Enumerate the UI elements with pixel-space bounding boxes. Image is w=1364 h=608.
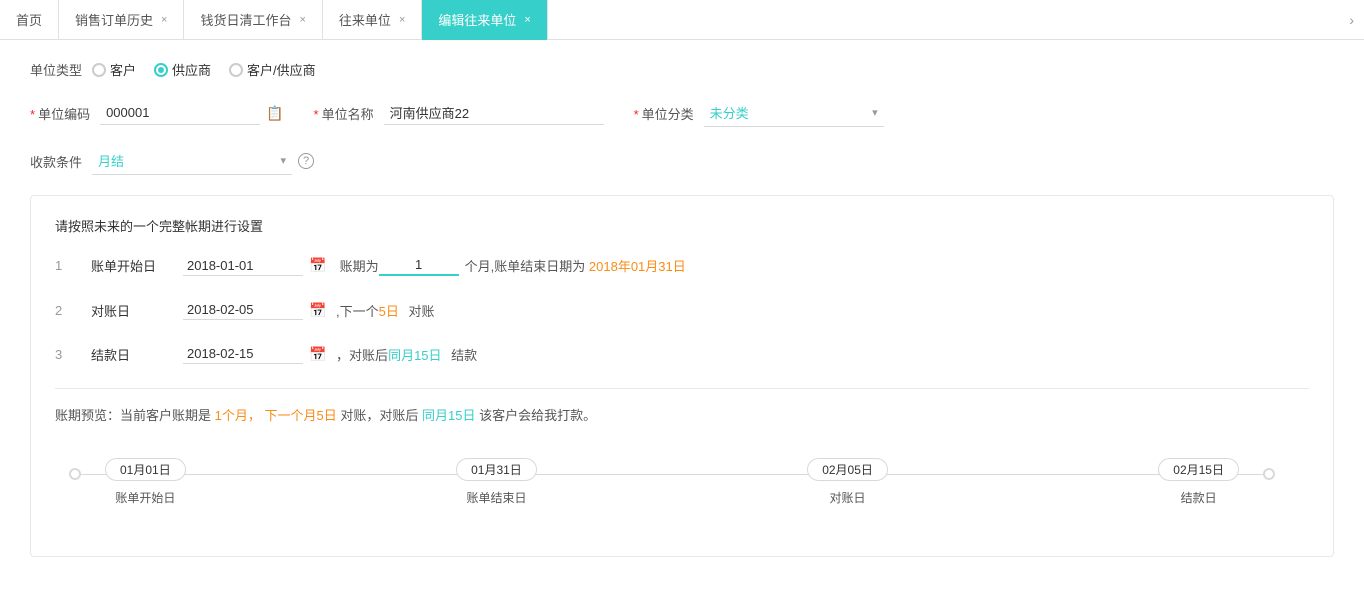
payment-date-highlight: 同月15日: [388, 345, 441, 364]
unit-code-label: 单位编码: [30, 104, 90, 123]
payment-date-desc-suffix: 结款: [448, 345, 478, 364]
unit-code-input[interactable]: [100, 101, 260, 125]
tab-unit-label: 往来单位: [339, 10, 391, 29]
timeline-node-4-box: 02月15日: [1158, 458, 1239, 481]
setting-row-2: 2 对账日 📅 ,下一个 5日 对账: [55, 300, 1309, 320]
content-area: 单位类型 客户 供应商 客户/供应商 单位编码 📋 单位名称 单位分类 未: [0, 40, 1364, 608]
setting-row-3: 3 结款日 📅 ，对账后 同月15日 结款: [55, 344, 1309, 364]
payment-value: 月结: [98, 151, 280, 170]
reconcile-desc-suffix: 对账: [405, 301, 435, 320]
tab-sales-label: 销售订单历史: [75, 10, 153, 29]
tab-home-label: 首页: [16, 10, 42, 29]
preview-part2: 下一个月5日: [265, 408, 337, 423]
reconcile-date-label: 对账日: [91, 301, 171, 320]
unit-type-radio-group: 客户 供应商 客户/供应商: [92, 60, 316, 79]
tab-cash-close[interactable]: ×: [299, 14, 305, 26]
tabs-arrow[interactable]: ›: [1339, 12, 1364, 28]
timeline-node-3: 02月05日 对账日: [807, 458, 888, 506]
reconcile-desc-prefix: ,下一个: [332, 301, 378, 320]
unit-type-row: 单位类型 客户 供应商 客户/供应商: [30, 60, 1334, 79]
unit-name-input[interactable]: [384, 101, 604, 125]
timeline-node-3-label: 对账日: [830, 489, 866, 506]
setting-row-1: 1 账单开始日 📅 账期为 个月,账单结束日期为 2018年01月31日: [55, 255, 1309, 276]
unit-code-icon[interactable]: 📋: [266, 105, 283, 122]
reconcile-date-input[interactable]: [183, 300, 303, 320]
radio-customer[interactable]: 客户: [92, 60, 136, 79]
tab-sales-history[interactable]: 销售订单历史 ×: [59, 0, 184, 40]
unit-type-label: 单位类型: [30, 60, 82, 79]
period-end-date: 2018年01月31日: [585, 256, 685, 275]
timeline-container: 01月01日 账单开始日 01月31日 账单结束日 02月05日 对账日: [55, 448, 1309, 536]
radio-customer-circle: [92, 63, 106, 77]
step-3: 3: [55, 347, 75, 362]
unit-category-select[interactable]: 未分类 ▾: [704, 99, 884, 127]
settings-section: 请按照未来的一个完整帐期进行设置 1 账单开始日 📅 账期为 个月,账单结束日期…: [30, 195, 1334, 557]
tab-unit-close[interactable]: ×: [399, 14, 405, 26]
timeline-node-1-label: 账单开始日: [115, 489, 175, 506]
radio-both-label: 客户/供应商: [247, 60, 316, 79]
reconcile-date-cal-icon[interactable]: 📅: [309, 302, 326, 319]
start-date-input[interactable]: [183, 256, 303, 276]
timeline-nodes: 01月01日 账单开始日 01月31日 账单结束日 02月05日 对账日: [75, 458, 1269, 506]
timeline-node-4: 02月15日 结款日: [1158, 458, 1239, 506]
preview-text: 账期预览：当前客户账期是 1个月， 下一个月5日 对账，对账后 同月15日 该客…: [55, 405, 1309, 424]
period-suffix: 个月,账单结束日期为: [465, 256, 586, 275]
preview-suffix: 该客户会给我打款。: [479, 408, 596, 423]
preview-middle: 对账，对账后: [340, 408, 418, 423]
payment-date-cal-icon[interactable]: 📅: [309, 346, 326, 363]
payment-label: 收款条件: [30, 152, 82, 171]
payment-row: 收款条件 月结 ▾ ?: [30, 147, 1334, 175]
unit-category-arrow: ▾: [872, 106, 878, 119]
payment-arrow: ▾: [280, 154, 286, 167]
tab-cash-work[interactable]: 钱货日清工作台 ×: [184, 0, 322, 40]
payment-help-icon[interactable]: ?: [298, 153, 314, 169]
timeline-node-3-box: 02月05日: [807, 458, 888, 481]
preview-part3: 同月15日: [422, 408, 475, 423]
timeline-node-4-label: 结款日: [1181, 489, 1217, 506]
radio-supplier[interactable]: 供应商: [154, 60, 211, 79]
timeline-node-2: 01月31日 账单结束日: [456, 458, 537, 506]
divider: [55, 388, 1309, 389]
payment-date-desc-prefix: ，对账后: [332, 345, 388, 364]
period-prefix: 账期为: [332, 256, 378, 275]
unit-name-label: 单位名称: [314, 104, 374, 123]
payment-date-input[interactable]: [183, 344, 303, 364]
tab-edit-label: 编辑往来单位: [438, 10, 516, 29]
unit-info-row: 单位编码 📋 单位名称 单位分类 未分类 ▾: [30, 99, 1334, 127]
timeline-node-1: 01月01日 账单开始日: [105, 458, 186, 506]
radio-supplier-circle: [154, 63, 168, 77]
step-1: 1: [55, 258, 75, 273]
section-title: 请按照未来的一个完整帐期进行设置: [55, 216, 1309, 235]
timeline-node-2-label: 账单结束日: [466, 489, 526, 506]
tab-unit-from[interactable]: 往来单位 ×: [323, 0, 422, 40]
radio-both-circle: [229, 63, 243, 77]
tab-cash-label: 钱货日清工作台: [200, 10, 291, 29]
timeline-node-2-box: 01月31日: [456, 458, 537, 481]
tabs-bar: 首页 销售订单历史 × 钱货日清工作台 × 往来单位 × 编辑往来单位 × ›: [0, 0, 1364, 40]
payment-date-label: 结款日: [91, 345, 171, 364]
start-date-cal-icon[interactable]: 📅: [309, 257, 326, 274]
radio-both[interactable]: 客户/供应商: [229, 60, 316, 79]
tab-sales-close[interactable]: ×: [161, 14, 167, 26]
reconcile-highlight: 5日: [379, 301, 399, 320]
payment-select[interactable]: 月结 ▾: [92, 147, 292, 175]
period-input[interactable]: [379, 255, 459, 276]
start-date-label: 账单开始日: [91, 256, 171, 275]
tab-home[interactable]: 首页: [0, 0, 59, 40]
tab-edit-close[interactable]: ×: [524, 14, 530, 26]
preview-part1: 1个月，: [215, 408, 261, 423]
step-2: 2: [55, 303, 75, 318]
unit-category-value: 未分类: [710, 103, 872, 122]
tab-edit-unit[interactable]: 编辑往来单位 ×: [422, 0, 547, 40]
radio-customer-label: 客户: [110, 60, 136, 79]
preview-prefix: 账期预览：当前客户账期是: [55, 408, 211, 423]
radio-supplier-label: 供应商: [172, 60, 211, 79]
unit-category-label: 单位分类: [634, 104, 694, 123]
timeline-node-1-box: 01月01日: [105, 458, 186, 481]
